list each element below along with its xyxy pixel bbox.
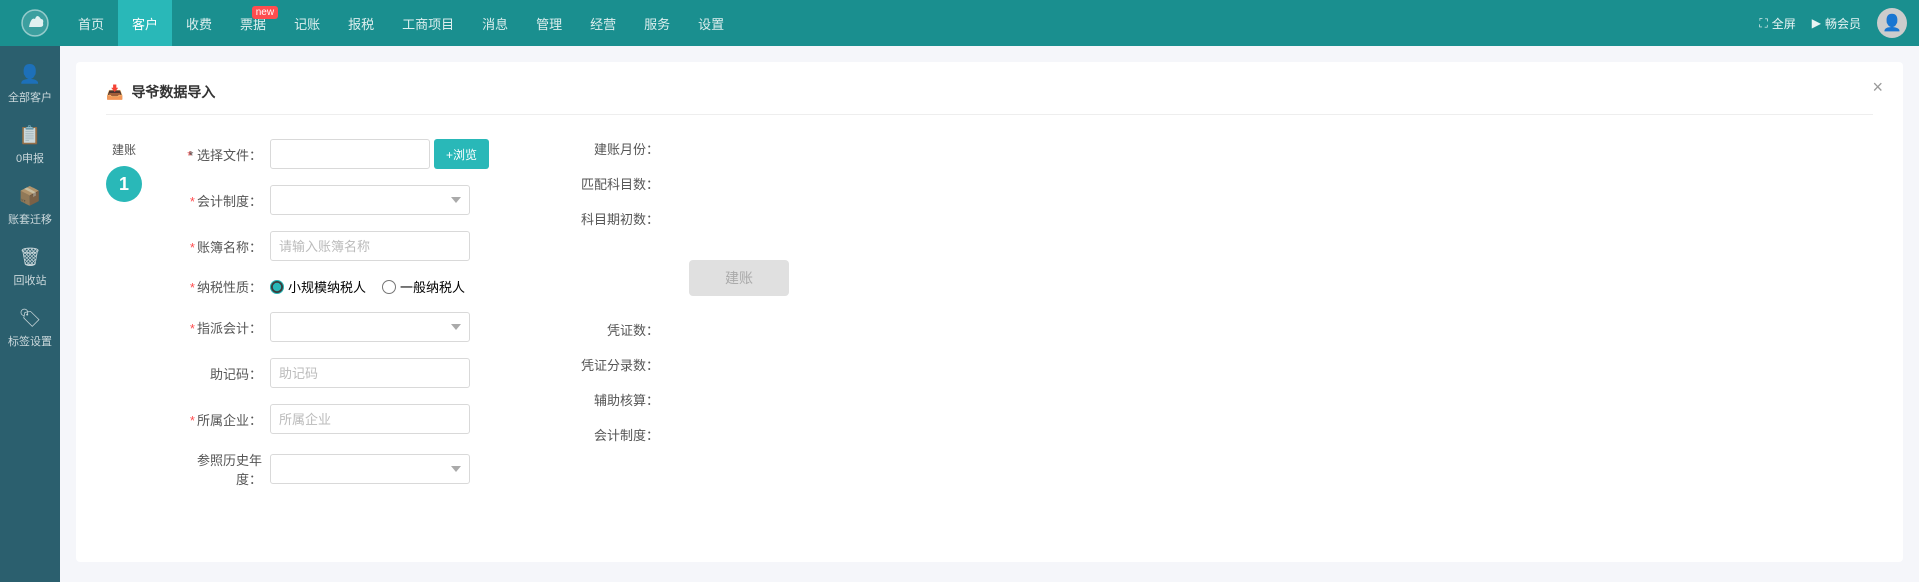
- nav-item-tax[interactable]: 报税: [334, 0, 388, 46]
- panel-header: 📥 导爷数据导入: [106, 82, 1873, 115]
- form-left-section: 建账 1 ** 选择文件： +浏览: [106, 139, 489, 488]
- fullscreen-button[interactable]: ⛶ 全屏: [1759, 15, 1795, 32]
- ledger-name-input[interactable]: [270, 231, 470, 261]
- member-icon: ▶: [1812, 16, 1821, 30]
- nav-item-settings[interactable]: 设置: [684, 0, 738, 46]
- build-month-label: 建账月份：: [569, 139, 659, 158]
- history-year-select[interactable]: [270, 454, 470, 484]
- file-input[interactable]: [270, 139, 430, 169]
- nav-right-section: ⛶ 全屏 ▶ 畅会员 👤: [1759, 8, 1907, 38]
- form-row-tax-type: *纳税性质： 小规模纳税人 一般纳税人: [182, 277, 489, 296]
- app-logo: [12, 0, 58, 46]
- panel-title-icon: 📥: [106, 84, 123, 101]
- sidebar-item-label-settings[interactable]: 🏷 标签设置: [0, 298, 60, 359]
- form-row-company: *所属企业：: [182, 404, 489, 434]
- main-content: 📥 导爷数据导入 × 建账 1: [60, 46, 1919, 582]
- period-initial-label: 科目期初数：: [569, 209, 659, 228]
- import-panel: 📥 导爷数据导入 × 建账 1: [76, 62, 1903, 562]
- zero-filing-icon: 📋: [19, 125, 41, 146]
- history-year-label: 参照历史年度：: [182, 450, 262, 488]
- nav-item-fees[interactable]: 收费: [172, 0, 226, 46]
- all-customers-icon: 👤: [19, 64, 41, 85]
- new-badge: new: [252, 6, 278, 19]
- memo-code-input[interactable]: [270, 358, 470, 388]
- sidebar-item-all-customers[interactable]: 👤 全部客户: [0, 54, 60, 115]
- avatar-icon: 👤: [1882, 13, 1902, 33]
- right-info-section: 建账月份： 匹配科目数： 科目期初数： 建: [569, 139, 789, 488]
- ledger-name-label: *账簿名称：: [182, 237, 262, 256]
- assigned-accountant-label: *指派会计：: [182, 318, 262, 337]
- voucher-entries-label: 凭证分录数：: [569, 355, 659, 374]
- panel-title: 导爷数据导入: [131, 82, 215, 102]
- top-navigation: 首页 客户 收费 票据 new 记账 报税 工商项目 消息 管理 经营 服务 设…: [0, 0, 1919, 46]
- info-fields: 建账月份： 匹配科目数： 科目期初数： 建: [569, 139, 789, 444]
- nav-item-business[interactable]: 工商项目: [388, 0, 468, 46]
- nav-item-service[interactable]: 服务: [630, 0, 684, 46]
- nav-item-customers[interactable]: 客户: [118, 0, 172, 46]
- form-row-accounting-system: *会计制度：: [182, 185, 489, 215]
- accounting-system-select[interactable]: [270, 185, 470, 215]
- info-row-aux-accounting: 辅助核算：: [569, 390, 789, 409]
- tax-option-small[interactable]: 小规模纳税人: [270, 277, 366, 296]
- label-settings-icon: 🏷: [19, 308, 42, 329]
- account-migration-icon: 📦: [19, 186, 41, 207]
- info-row-period-initial: 科目期初数：: [569, 209, 789, 228]
- info-row-accounting-system: 会计制度：: [569, 425, 789, 444]
- form-row-memo-code: 助记码：: [182, 358, 489, 388]
- info-row-voucher-entries: 凭证分录数：: [569, 355, 789, 374]
- assigned-accountant-select[interactable]: [270, 312, 470, 342]
- nav-item-manage[interactable]: 管理: [522, 0, 576, 46]
- file-label: ** 选择文件：: [182, 145, 262, 164]
- nav-item-bookkeeping[interactable]: 记账: [280, 0, 334, 46]
- voucher-label: 凭证数：: [569, 320, 659, 339]
- sidebar-item-account-migration[interactable]: 📦 账套迁移: [0, 176, 60, 237]
- nav-item-messages[interactable]: 消息: [468, 0, 522, 46]
- recycle-bin-icon: 🗑: [19, 247, 42, 268]
- form-layout: 建账 1 ** 选择文件： +浏览: [106, 139, 1873, 488]
- tax-type-label: *纳税性质：: [182, 277, 262, 296]
- company-input[interactable]: [270, 404, 470, 434]
- tax-radio-general[interactable]: [382, 280, 396, 294]
- fullscreen-icon: ⛶: [1759, 16, 1767, 31]
- nav-item-home[interactable]: 首页: [64, 0, 118, 46]
- info-row-build-month: 建账月份：: [569, 139, 789, 158]
- build-account-button[interactable]: 建账: [689, 260, 789, 296]
- memo-code-label: 助记码：: [182, 364, 262, 383]
- accounting-system-label: *会计制度：: [182, 191, 262, 210]
- form-row-history-year: 参照历史年度：: [182, 450, 489, 488]
- browse-button[interactable]: +浏览: [434, 139, 489, 169]
- step-badge: 1: [106, 166, 142, 202]
- main-layout: 👤 全部客户 📋 0申报 📦 账套迁移 🗑 回收站 🏷 标签设置 📥 导爷数据导…: [0, 46, 1919, 582]
- form-grid: ** 选择文件： +浏览 *会计制度：: [182, 139, 489, 488]
- step-section: 建账 1: [106, 139, 142, 488]
- member-button[interactable]: ▶ 畅会员: [1812, 15, 1861, 32]
- match-subjects-label: 匹配科目数：: [569, 174, 659, 193]
- nav-item-operation[interactable]: 经营: [576, 0, 630, 46]
- tax-radio-small[interactable]: [270, 280, 284, 294]
- sidebar: 👤 全部客户 📋 0申报 📦 账套迁移 🗑 回收站 🏷 标签设置: [0, 46, 60, 582]
- accounting-system-info-label: 会计制度：: [569, 425, 659, 444]
- sidebar-item-recycle-bin[interactable]: 🗑 回收站: [0, 237, 60, 298]
- form-row-file: ** 选择文件： +浏览: [182, 139, 489, 169]
- aux-accounting-label: 辅助核算：: [569, 390, 659, 409]
- tax-option-general[interactable]: 一般纳税人: [382, 277, 465, 296]
- form-row-assigned-accountant: *指派会计：: [182, 312, 489, 342]
- sidebar-item-zero-filing[interactable]: 📋 0申报: [0, 115, 60, 176]
- form-row-ledger-name: *账簿名称：: [182, 231, 489, 261]
- close-button[interactable]: ×: [1872, 78, 1883, 96]
- user-avatar[interactable]: 👤: [1877, 8, 1907, 38]
- company-label: *所属企业：: [182, 410, 262, 429]
- step-label: 建账: [112, 141, 136, 158]
- nav-item-invoices[interactable]: 票据 new: [226, 0, 280, 46]
- file-input-group: +浏览: [270, 139, 489, 169]
- info-row-voucher: 凭证数：: [569, 320, 789, 339]
- build-button-container: 建账: [569, 252, 789, 296]
- tax-type-radio-group: 小规模纳税人 一般纳税人: [270, 277, 465, 296]
- info-row-match-subjects: 匹配科目数：: [569, 174, 789, 193]
